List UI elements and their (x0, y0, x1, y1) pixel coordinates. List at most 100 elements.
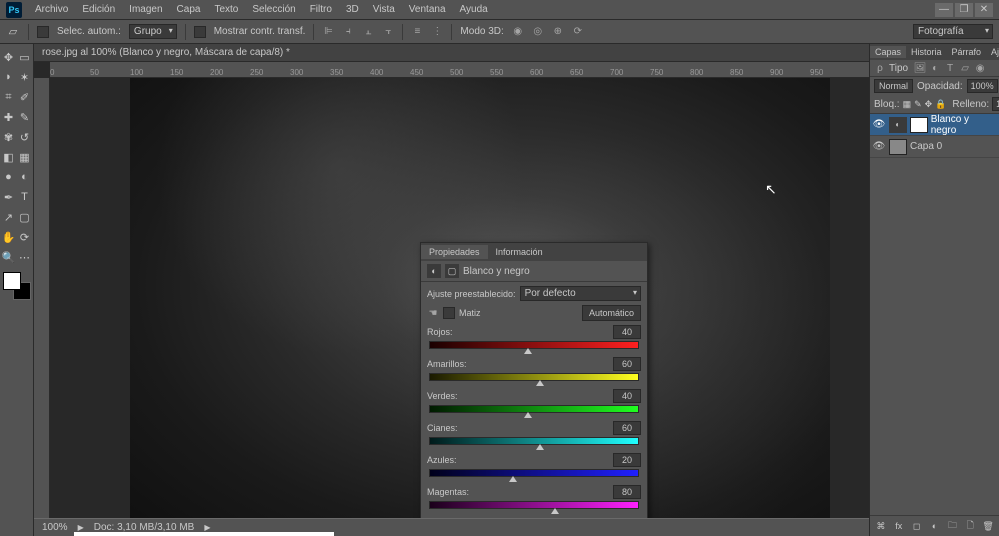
fill-input[interactable]: 100% (992, 97, 999, 111)
panel-tab-historia[interactable]: Historia (906, 46, 947, 58)
menu-capa[interactable]: Capa (170, 2, 208, 17)
auto-select-target[interactable]: Grupo (129, 24, 177, 39)
quick-select-tool-icon[interactable]: ✶ (18, 70, 32, 84)
workspace-selector[interactable]: Fotografía (913, 24, 993, 39)
align-icon[interactable]: ⫞ (342, 26, 354, 38)
align-icon[interactable]: ⊫ (322, 26, 334, 38)
panel-tab-ajustes[interactable]: Ajustes (986, 46, 999, 58)
menu-vista[interactable]: Vista (366, 2, 402, 17)
gradient-tool-icon[interactable]: ▦ (18, 150, 32, 164)
menu-imagen[interactable]: Imagen (122, 2, 169, 17)
zoom-tool-icon[interactable]: 🔍 (2, 250, 16, 264)
pen-tool-icon[interactable]: ✒ (2, 190, 16, 204)
menu-ayuda[interactable]: Ayuda (453, 2, 495, 17)
slider-thumb[interactable] (524, 348, 532, 354)
lock-all-icon[interactable]: 🔒 (935, 97, 946, 111)
menu-edición[interactable]: Edición (75, 2, 122, 17)
menu-filtro[interactable]: Filtro (303, 2, 339, 17)
hand-tool-icon[interactable]: ✋ (2, 230, 16, 244)
slider-track[interactable] (429, 437, 639, 447)
close-button[interactable]: ✕ (975, 3, 993, 17)
distribute-icon[interactable]: ≡ (411, 26, 423, 38)
3d-icon[interactable]: ◎ (532, 26, 544, 38)
show-transform-checkbox[interactable] (194, 26, 206, 38)
hand-icon[interactable]: ☚ (427, 307, 439, 319)
canvas[interactable]: ↖ Propiedades Información ◐ ▢ Blanco y n… (50, 78, 869, 518)
lasso-tool-icon[interactable]: ◗ (2, 70, 16, 84)
maximize-button[interactable]: ❐ (955, 3, 973, 17)
heal-tool-icon[interactable]: ✚ (2, 110, 16, 124)
menu-selección[interactable]: Selección (245, 2, 302, 17)
rotate-view-tool-icon[interactable]: ⟳ (18, 230, 32, 244)
triangle-icon[interactable]: ▶ (78, 523, 84, 532)
slider-value-input[interactable]: 60 (613, 357, 641, 371)
layer-item[interactable]: 👁Capa 0 (870, 136, 999, 158)
blend-mode-select[interactable]: Normal (874, 79, 913, 93)
slider-value-input[interactable]: 40 (613, 325, 641, 339)
filter-icon[interactable]: ρ (874, 62, 886, 74)
filter-kind-icon[interactable]: ◐ (929, 62, 941, 74)
slider-thumb[interactable] (551, 508, 559, 514)
align-icon[interactable]: ⫟ (382, 26, 394, 38)
menu-3d[interactable]: 3D (339, 2, 366, 17)
slider-track[interactable] (429, 373, 639, 383)
move-tool-icon[interactable]: ▱ (6, 25, 20, 39)
3d-icon[interactable]: ⟳ (572, 26, 584, 38)
opacity-input[interactable]: 100% (967, 79, 998, 93)
move-tool-icon[interactable]: ✥ (2, 50, 16, 64)
slider-value-input[interactable]: 20 (613, 453, 641, 467)
distribute-icon[interactable]: ⋮ (431, 26, 443, 38)
fx-icon[interactable]: fx (892, 519, 906, 533)
shape-tool-icon[interactable]: ▢ (18, 210, 32, 224)
visibility-toggle[interactable]: 👁 (872, 141, 886, 152)
slider-value-input[interactable]: 80 (613, 485, 641, 499)
3d-icon[interactable]: ⊕ (552, 26, 564, 38)
history-brush-tool-icon[interactable]: ↺ (18, 130, 32, 144)
eyedropper-tool-icon[interactable]: ✐ (18, 90, 32, 104)
visibility-toggle[interactable]: 👁 (872, 119, 886, 130)
tab-information[interactable]: Información (488, 245, 551, 259)
adjustment-icon[interactable]: ◐ (928, 519, 942, 533)
zoom-level[interactable]: 100% (42, 522, 68, 533)
tint-checkbox[interactable] (443, 307, 455, 319)
slider-value-input[interactable]: 40 (613, 389, 641, 403)
group-icon[interactable]: 🗀 (945, 519, 959, 533)
crop-tool-icon[interactable]: ⌗ (2, 90, 16, 104)
layer-item[interactable]: 👁◐Blanco y negro (870, 114, 999, 136)
marquee-tool-icon[interactable]: ▭ (18, 50, 32, 64)
auto-button[interactable]: Automático (582, 305, 641, 321)
menu-ventana[interactable]: Ventana (402, 2, 453, 17)
minimize-button[interactable]: — (935, 3, 953, 17)
auto-select-checkbox[interactable] (37, 26, 49, 38)
menu-texto[interactable]: Texto (207, 2, 245, 17)
stamp-tool-icon[interactable]: ✾ (2, 130, 16, 144)
lock-transparency-icon[interactable]: ▦ (903, 97, 912, 111)
triangle-icon[interactable]: ▶ (204, 523, 210, 532)
document-tab[interactable]: rose.jpg al 100% (Blanco y negro, Máscar… (34, 44, 869, 62)
slider-thumb[interactable] (524, 412, 532, 418)
preset-select[interactable]: Por defecto (520, 286, 641, 301)
slider-thumb[interactable] (536, 444, 544, 450)
edit-toolbar-icon[interactable]: ⋯ (18, 250, 32, 264)
new-layer-icon[interactable]: 🗋 (963, 519, 977, 533)
tab-properties[interactable]: Propiedades (421, 245, 488, 259)
mask-icon[interactable]: ◻ (910, 519, 924, 533)
eraser-tool-icon[interactable]: ◧ (2, 150, 16, 164)
slider-thumb[interactable] (509, 476, 517, 482)
panel-tab-párrafo[interactable]: Párrafo (947, 46, 987, 58)
slider-track[interactable] (429, 501, 639, 511)
brush-tool-icon[interactable]: ✎ (18, 110, 32, 124)
lock-pixels-icon[interactable]: ✎ (914, 97, 922, 111)
filter-kind-icon[interactable]: 🖼 (914, 62, 926, 74)
slider-thumb[interactable] (536, 380, 544, 386)
slider-track[interactable] (429, 469, 639, 479)
panel-tab-capas[interactable]: Capas (870, 46, 906, 58)
delete-icon[interactable]: 🗑 (981, 519, 995, 533)
3d-icon[interactable]: ◉ (512, 26, 524, 38)
align-icon[interactable]: ⫠ (362, 26, 374, 38)
lock-position-icon[interactable]: ✥ (925, 97, 933, 111)
link-icon[interactable]: ⌘ (874, 519, 888, 533)
slider-track[interactable] (429, 341, 639, 351)
filter-kind-icon[interactable]: T (944, 62, 956, 74)
type-tool-icon[interactable]: T (18, 190, 32, 204)
